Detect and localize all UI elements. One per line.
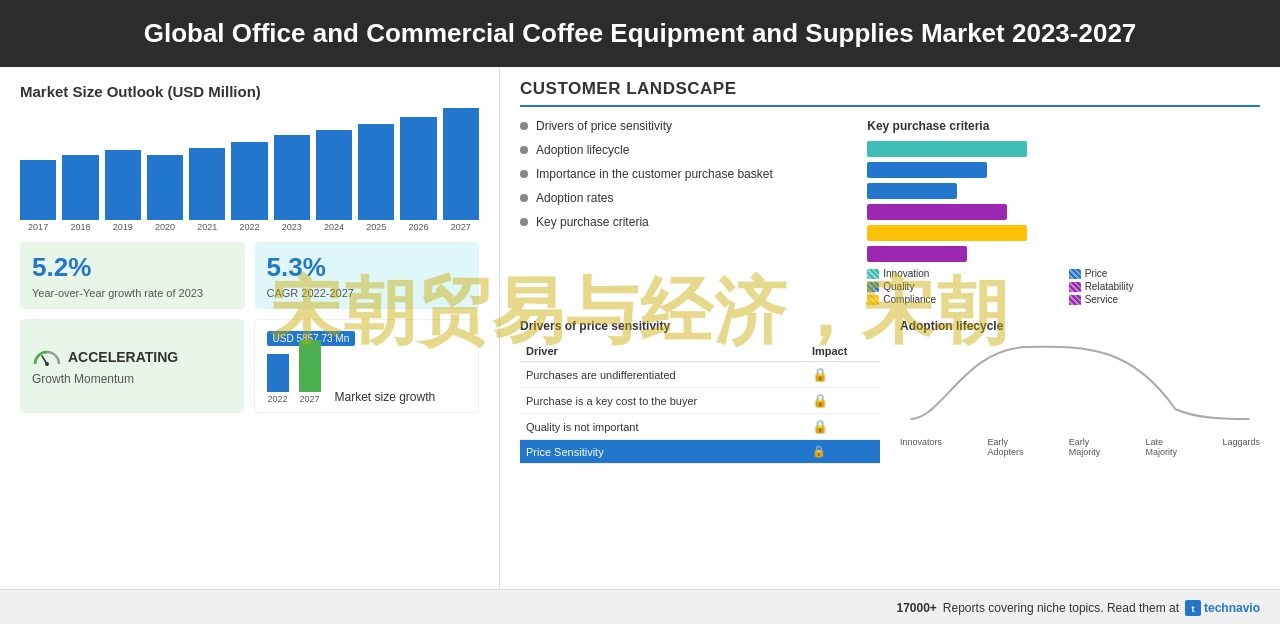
bar-2026: 2026 — [400, 117, 436, 232]
kpc-bar-relatability — [867, 204, 1260, 220]
cl-dot-4 — [520, 194, 528, 202]
price-sensitivity-lock: 🔒 — [806, 440, 880, 464]
accelerating-sub: Growth Momentum — [32, 372, 232, 386]
drivers-section: Drivers of price sensitivity Driver Impa… — [520, 319, 880, 464]
bar-2021: 2021 — [189, 148, 225, 232]
cagr-label: CAGR 2022-2027 — [267, 287, 468, 299]
chart-title: Market Size Outlook (USD Million) — [20, 83, 479, 100]
footer-reports-label: Reports covering niche topics. Read them… — [943, 601, 1179, 615]
speedometer-icon — [32, 346, 62, 368]
metrics-row: 5.2% Year-over-Year growth rate of 2023 … — [20, 242, 479, 309]
driver-lock-1: 🔒 — [806, 362, 880, 388]
driver-row-1: Purchases are undifferentiated 🔒 — [520, 362, 880, 388]
bar-2023: 2023 — [274, 135, 310, 232]
bar-2024: 2024 — [316, 130, 352, 232]
svg-text:t: t — [1191, 604, 1194, 614]
yoy-label: Year-over-Year growth rate of 2023 — [32, 287, 233, 299]
header-title: Global Office and Commercial Coffee Equi… — [144, 18, 1137, 48]
driver-text-3: Quality is not important — [520, 414, 806, 440]
yoy-metric: 5.2% Year-over-Year growth rate of 2023 — [20, 242, 245, 309]
bar-2019: 2019 — [105, 150, 141, 232]
technavio-brand: technavio — [1204, 601, 1260, 615]
bar-2027: 2027 — [443, 108, 479, 232]
driver-row-2: Purchase is a key cost to the buyer 🔒 — [520, 388, 880, 414]
kpc-title: Key purchase criteria — [867, 119, 1260, 133]
kpc-section: Key purchase criteria — [867, 119, 1260, 305]
drivers-title: Drivers of price sensitivity — [520, 319, 880, 333]
col-driver: Driver — [520, 341, 806, 362]
cl-dot-2 — [520, 146, 528, 154]
kpc-bar-compliance — [867, 225, 1260, 241]
bar-2025: 2025 — [358, 124, 394, 232]
customer-landscape-title: CUSTOMER LANDSCAPE — [520, 79, 1260, 107]
footer-reports-count: 17000+ — [896, 601, 936, 615]
col-impact: Impact — [806, 341, 880, 362]
driver-lock-3: 🔒 — [806, 414, 880, 440]
kpc-bar-price — [867, 162, 1260, 178]
kpc-bar-innovation — [867, 141, 1260, 157]
legend-service: Service — [1069, 294, 1260, 305]
cl-list: Drivers of price sensitivity Adoption li… — [520, 119, 847, 305]
svg-line-1 — [42, 356, 47, 364]
page-header: Global Office and Commercial Coffee Equi… — [0, 0, 1280, 67]
cagr-value: 5.3% — [267, 252, 468, 283]
technavio-logo: t technavio — [1185, 600, 1260, 616]
drivers-table: Driver Impact Purchases are undifferenti… — [520, 341, 880, 464]
price-sensitivity-row: Price Sensitivity 🔒 — [520, 440, 880, 464]
right-panel: CUSTOMER LANDSCAPE Drivers of price sens… — [500, 67, 1280, 589]
bar-2017: 2017 — [20, 160, 56, 232]
legend-innovation: Innovation — [867, 268, 1058, 279]
driver-text-1: Purchases are undifferentiated — [520, 362, 806, 388]
cl-dot-1 — [520, 122, 528, 130]
kpc-bar-quality — [867, 183, 1260, 199]
yoy-value: 5.2% — [32, 252, 233, 283]
footer: 17000+ Reports covering niche topics. Re… — [0, 589, 1280, 624]
market-size-box: USD 5857.73 Mn 2022 2027 — [254, 319, 480, 413]
legend-quality: Quality — [867, 281, 1058, 292]
kpc-legend: Innovation Price Quality Relatabili — [867, 268, 1260, 305]
adoption-title: Adoption lifecycle — [900, 319, 1260, 333]
bar-2022: 2022 — [231, 142, 267, 232]
bar-2018: 2018 — [62, 155, 98, 232]
cl-item-4: Adoption rates — [520, 191, 847, 205]
legend-compliance: Compliance — [867, 294, 1058, 305]
bottom-metrics: ACCELERATING Growth Momentum USD 5857.73… — [20, 319, 479, 413]
cl-item-3: Importance in the customer purchase bask… — [520, 167, 847, 181]
cl-item-2: Adoption lifecycle — [520, 143, 847, 157]
adoption-labels: Innovators EarlyAdopters EarlyMajority L… — [900, 437, 1260, 457]
driver-text-2: Purchase is a key cost to the buyer — [520, 388, 806, 414]
technavio-icon: t — [1185, 600, 1201, 616]
accelerating-title: ACCELERATING — [32, 346, 232, 368]
left-panel: Market Size Outlook (USD Million) 2017 2… — [0, 67, 500, 589]
legend-relatability: Relatability — [1069, 281, 1260, 292]
cl-top: Drivers of price sensitivity Adoption li… — [520, 119, 1260, 305]
market-bar-chart: 2017 2018 2019 2020 2021 — [20, 112, 479, 232]
adoption-chart: Innovators EarlyAdopters EarlyMajority L… — [900, 339, 1260, 439]
accelerating-box: ACCELERATING Growth Momentum — [20, 319, 244, 413]
cl-item-1: Drivers of price sensitivity — [520, 119, 847, 133]
legend-price: Price — [1069, 268, 1260, 279]
cl-bottom: Drivers of price sensitivity Driver Impa… — [520, 319, 1260, 464]
price-sensitivity-label: Price Sensitivity — [520, 440, 806, 464]
cl-dot-5 — [520, 218, 528, 226]
kpc-bar-service — [867, 246, 1260, 262]
driver-lock-2: 🔒 — [806, 388, 880, 414]
cl-dot-3 — [520, 170, 528, 178]
adoption-section: Adoption lifecycle Innovators EarlyAdopt… — [900, 319, 1260, 464]
cl-item-5: Key purchase criteria — [520, 215, 847, 229]
driver-row-3: Quality is not important 🔒 — [520, 414, 880, 440]
cagr-metric: 5.3% CAGR 2022-2027 — [255, 242, 480, 309]
market-size-label: Market size growth — [335, 390, 436, 404]
bar-2020: 2020 — [147, 155, 183, 232]
